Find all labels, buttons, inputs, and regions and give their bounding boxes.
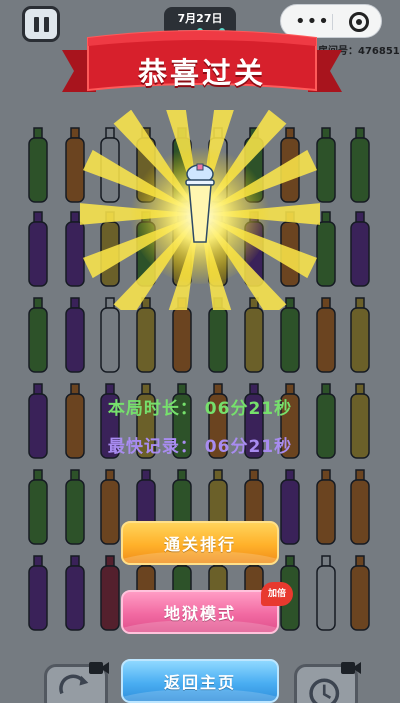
pause-button[interactable] [22,6,60,42]
hell-mode-button[interactable]: 地狱模式 [121,590,279,634]
level-ranking-label: 通关排行 [163,535,236,554]
hell-mode-label: 地狱模式 [163,604,236,623]
video-camera-icon [341,662,361,674]
pause-icon [33,16,39,32]
return-home-label: 返回主页 [163,673,236,692]
video-camera-icon [89,662,109,674]
round-duration: 本局时长： 06分21秒 [107,399,293,419]
return-home-button[interactable]: 返回主页 [121,659,279,703]
banner-title: 恭喜过关 [137,56,266,90]
best-record: 最快记录： 06分21秒 [107,437,293,457]
double-badge: 加倍 [261,582,293,606]
pause-icon-bar [43,16,49,32]
reward-glow [80,110,320,310]
more-dots-icon[interactable]: ••• [295,13,330,31]
date-label: 7月27日 [177,12,223,25]
level-ranking-button[interactable]: 通关排行 [121,521,279,565]
target-icon[interactable] [349,12,369,32]
